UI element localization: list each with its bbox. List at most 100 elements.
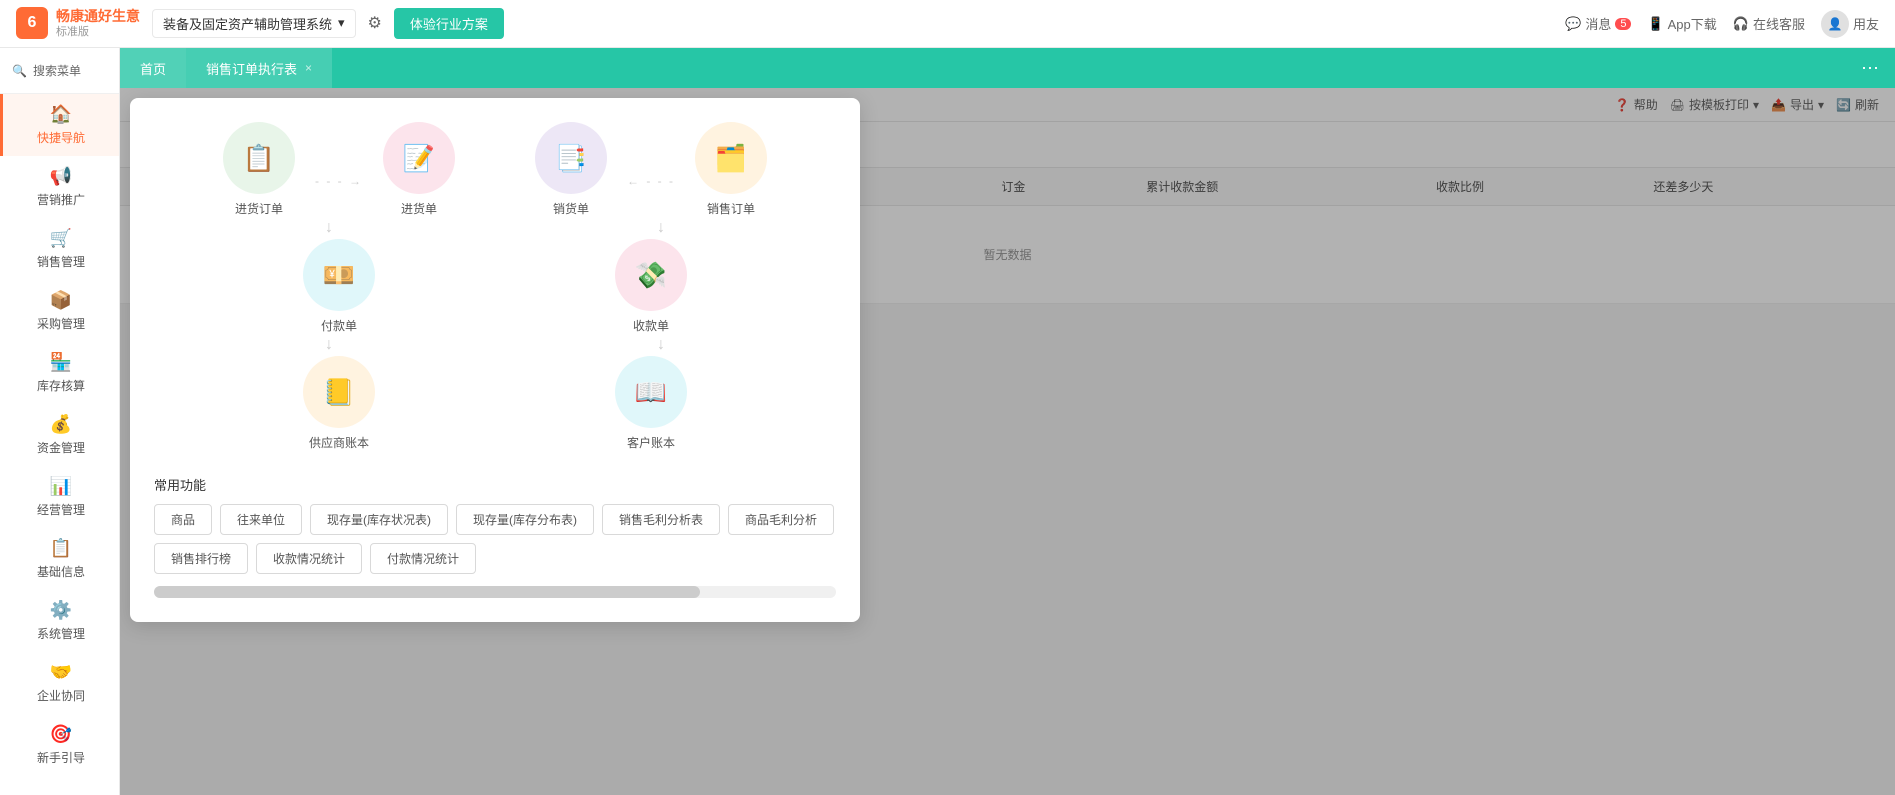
sidebar-label-finance: 资金管理 bbox=[37, 439, 85, 456]
flow-col-left: 📋 进货订单 - - - → 📝 进货单 bbox=[203, 122, 475, 451]
content-area: 首页 销售订单执行表 × ⋯ ❓ 帮助 🖨 按模板打印 ▾ bbox=[120, 48, 1895, 795]
sales-bill-label: 销货单 bbox=[553, 200, 589, 217]
sidebar-item-quick-nav[interactable]: 🏠快捷导航 bbox=[0, 94, 119, 156]
sidebar-item-operation[interactable]: 📊经营管理 bbox=[0, 466, 119, 528]
common-funcs-title: 常用功能 bbox=[154, 475, 836, 494]
tab-close-icon[interactable]: × bbox=[305, 61, 312, 75]
func-btn-extra-2[interactable]: 付款情况统计 bbox=[370, 543, 476, 574]
sidebar-item-guide[interactable]: 🎯新手引导 bbox=[0, 714, 119, 776]
flow-row-1: 📋 进货订单 - - - → 📝 进货单 bbox=[203, 122, 475, 217]
tab-home[interactable]: 首页 bbox=[120, 48, 186, 88]
top-header: 6 畅康通好生意 标准版 装备及固定资产辅助管理系统 ▾ ⚙ 体验行业方案 💬 … bbox=[0, 0, 1895, 48]
sidebar-icon-finance: 💰 bbox=[50, 414, 72, 435]
sidebar-item-finance[interactable]: 💰 资金管理 bbox=[0, 404, 119, 466]
flow-node-payment[interactable]: 💴 付款单 bbox=[303, 239, 375, 334]
receipt-icon: 💸 bbox=[615, 239, 687, 311]
func-btn-extra-1[interactable]: 收款情况统计 bbox=[256, 543, 362, 574]
purchase-order-icon: 📋 bbox=[223, 122, 295, 194]
online-service-action[interactable]: 🎧 在线客服 bbox=[1733, 14, 1805, 33]
flow-node-purchase-bill[interactable]: 📝 进货单 bbox=[383, 122, 455, 217]
search-button[interactable]: 🔍 搜索菜单 bbox=[8, 58, 111, 83]
tab-sales-order-exec-label: 销售订单执行表 bbox=[206, 59, 297, 78]
purchase-order-label: 进货订单 bbox=[235, 200, 283, 217]
func-btn-row-2: 销售排行榜收款情况统计付款情况统计 bbox=[154, 543, 836, 574]
logo-area: 6 畅康通好生意 标准版 bbox=[16, 7, 140, 39]
try-btn[interactable]: 体验行业方案 bbox=[394, 8, 504, 39]
sales-bill-icon: 📑 bbox=[535, 122, 607, 194]
brand-name: 畅康通好生意 bbox=[56, 7, 140, 25]
tab-home-label: 首页 bbox=[140, 59, 166, 78]
customer-ledger-icon: 📖 bbox=[615, 356, 687, 428]
flow-node-customer-ledger[interactable]: 📖 客户账本 bbox=[615, 356, 687, 451]
purchase-bill-label: 进货单 bbox=[401, 200, 437, 217]
sidebar-item-basic-info[interactable]: 📋基础信息 bbox=[0, 528, 119, 590]
sidebar-item-inventory[interactable]: 🏪库存核算 bbox=[0, 342, 119, 404]
func-btn-4[interactable]: 销售毛利分析表 bbox=[602, 504, 720, 535]
user-action[interactable]: 👤 用友 bbox=[1821, 10, 1879, 38]
sidebar-label-marketing: 营销推广 bbox=[37, 191, 85, 208]
gear-icon[interactable]: ⚙ bbox=[368, 13, 382, 33]
message-icon: 💬 bbox=[1565, 16, 1581, 32]
sidebar-item-system[interactable]: ⚙️系统管理 bbox=[0, 590, 119, 652]
flow-node-receipt[interactable]: 💸 收款单 bbox=[615, 239, 687, 334]
overlay[interactable]: 📋 进货订单 - - - → 📝 进货单 bbox=[120, 88, 1895, 795]
sidebar-icon-sales: 🛒 bbox=[50, 228, 72, 249]
service-icon: 🎧 bbox=[1733, 16, 1749, 32]
func-btn-5[interactable]: 商品毛利分析 bbox=[728, 504, 834, 535]
modal-scrollbar[interactable] bbox=[154, 586, 836, 598]
payment-icon: 💴 bbox=[303, 239, 375, 311]
sidebar-icon-marketing: 📢 bbox=[50, 166, 72, 187]
sidebar-item-cooperation[interactable]: 🤝企业协同 bbox=[0, 652, 119, 714]
sidebar-label-basic-info: 基础信息 bbox=[37, 563, 85, 580]
sidebar-icon-purchase: 📦 bbox=[50, 290, 72, 311]
arrow-right-1: - - - → bbox=[315, 174, 363, 188]
func-btn-3[interactable]: 现存量(库存分布表) bbox=[456, 504, 594, 535]
system-title-text: 装备及固定资产辅助管理系统 bbox=[163, 14, 332, 33]
flow-diagram: 📋 进货订单 - - - → 📝 进货单 bbox=[154, 122, 836, 451]
sidebar-search[interactable]: 🔍 搜索菜单 bbox=[0, 48, 119, 94]
sidebar-icon-quick-nav: 🏠 bbox=[50, 104, 72, 125]
sales-order-icon: 🗂️ bbox=[695, 122, 767, 194]
func-btn-2[interactable]: 现存量(库存状况表) bbox=[310, 504, 448, 535]
chevron-down-icon: ▾ bbox=[338, 15, 345, 31]
app-download-action[interactable]: 📱 App下载 bbox=[1647, 14, 1716, 33]
tab-sales-order-exec[interactable]: 销售订单执行表 × bbox=[186, 48, 332, 88]
flow-node-supplier-ledger[interactable]: 📒 供应商账本 bbox=[303, 356, 375, 451]
flow-node-sales-bill[interactable]: 📑 销货单 bbox=[535, 122, 607, 217]
sidebar-label-sales: 销售管理 bbox=[37, 253, 85, 270]
sidebar-label-inventory: 库存核算 bbox=[37, 377, 85, 394]
arrow-down-r2: ↓ bbox=[637, 336, 665, 354]
flow-node-purchase-order[interactable]: 📋 进货订单 bbox=[223, 122, 295, 217]
tab-expand-icon[interactable]: ⋯ bbox=[1861, 58, 1879, 79]
sidebar-icon-system: ⚙️ bbox=[50, 600, 72, 621]
user-name: 用友 bbox=[1853, 14, 1879, 33]
avatar-icon: 👤 bbox=[1828, 17, 1843, 31]
sidebar-item-purchase[interactable]: 📦采购管理 bbox=[0, 280, 119, 342]
message-label: 消息 bbox=[1585, 14, 1611, 33]
download-icon: 📱 bbox=[1647, 16, 1663, 32]
message-badge: 5 bbox=[1615, 18, 1631, 30]
flow-node-sales-order[interactable]: 🗂️ 销售订单 bbox=[695, 122, 767, 217]
flow-row-3: 📒 供应商账本 bbox=[283, 356, 395, 451]
func-btn-extra-0[interactable]: 销售排行榜 bbox=[154, 543, 248, 574]
payment-label: 付款单 bbox=[321, 317, 357, 334]
func-btn-1[interactable]: 往来单位 bbox=[220, 504, 302, 535]
customer-ledger-label: 客户账本 bbox=[627, 434, 675, 451]
sidebar-item-marketing[interactable]: 📢 营销推广 bbox=[0, 156, 119, 218]
func-btn-0[interactable]: 商品 bbox=[154, 504, 212, 535]
common-functions: 常用功能 商品往来单位现存量(库存状况表) 现存量(库存分布表) 销售毛利分析表商品… bbox=[154, 475, 836, 574]
receipt-label: 收款单 bbox=[633, 317, 669, 334]
system-title[interactable]: 装备及固定资产辅助管理系统 ▾ bbox=[152, 9, 356, 38]
func-btn-row-1: 商品往来单位现存量(库存状况表) 现存量(库存分布表) 销售毛利分析表商品毛利分析 bbox=[154, 504, 836, 535]
flow-row-r3: 📖 客户账本 bbox=[595, 356, 707, 451]
flow-row-r2: 💸 收款单 bbox=[595, 239, 707, 334]
logo-icon: 6 bbox=[16, 7, 48, 39]
logo-text: 畅康通好生意 标准版 bbox=[56, 7, 140, 39]
message-action[interactable]: 💬 消息 5 bbox=[1565, 14, 1631, 33]
search-icon: 🔍 bbox=[12, 64, 27, 78]
app-download-label: App下载 bbox=[1668, 14, 1717, 33]
arrow-down-2: ↓ bbox=[325, 336, 353, 354]
sidebar: 🔍 搜索菜单 🏠快捷导航 📢 营销推广 🛒 销售管理 📦采购管理🏪库存核算 💰 资金管理 📊经营… bbox=[0, 48, 120, 795]
flow-row-2: 💴 付款单 bbox=[283, 239, 395, 334]
sidebar-item-sales[interactable]: 🛒 销售管理 bbox=[0, 218, 119, 280]
